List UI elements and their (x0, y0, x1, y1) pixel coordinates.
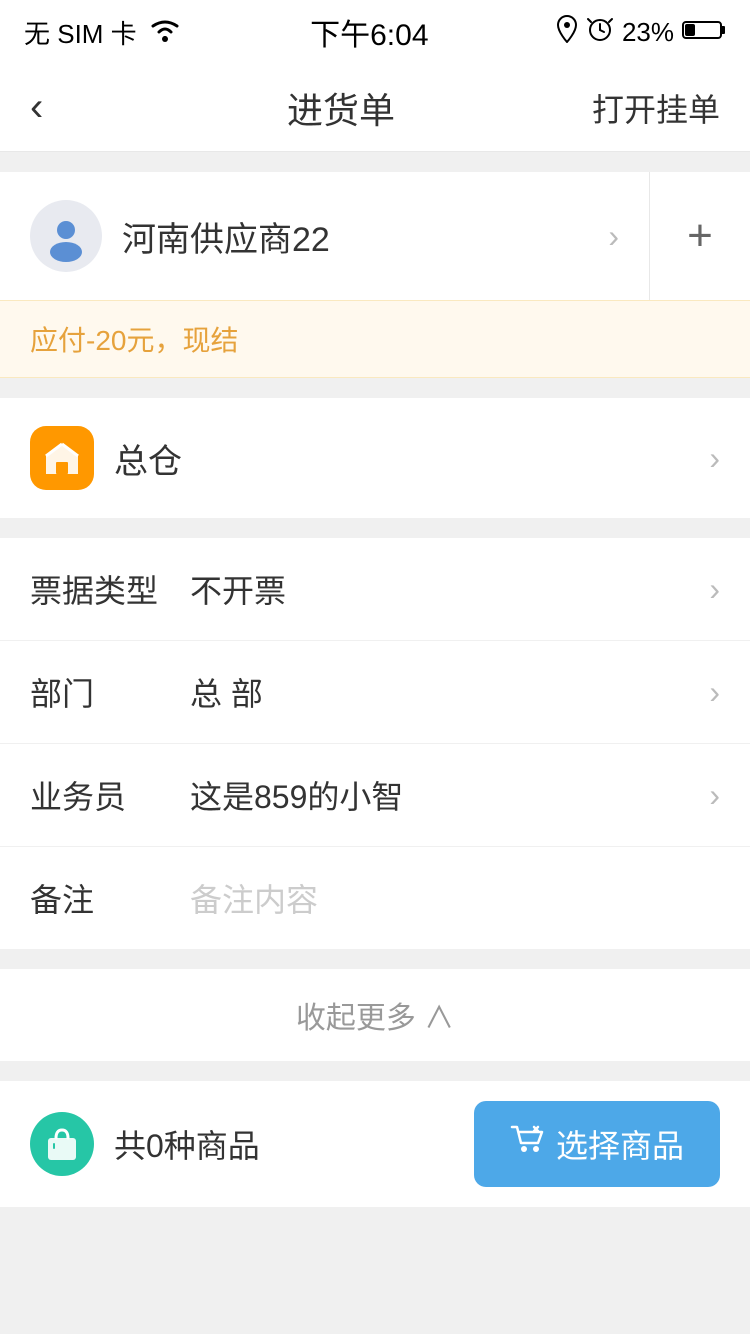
invoice-type-label: 票据类型 (30, 566, 170, 612)
add-supplier-button[interactable]: + (650, 211, 750, 261)
notice-bar: 应付-20元，现结 (0, 300, 750, 378)
salesperson-chevron-icon: › (709, 777, 720, 814)
product-icon (30, 1112, 94, 1176)
product-count-text: 共0种商品 (114, 1121, 454, 1167)
department-label: 部门 (30, 669, 170, 715)
salesperson-value: 这是859的小智 (170, 772, 699, 818)
supplier-name: 河南供应商22 (122, 212, 598, 261)
supplier-chevron-icon: › (608, 218, 619, 255)
battery-icon (682, 17, 726, 48)
select-product-label: 选择商品 (556, 1121, 684, 1167)
carrier-text: 无 SIM 卡 (24, 14, 137, 51)
status-time: 下午6:04 (310, 10, 428, 54)
warehouse-section[interactable]: 总仓 › (0, 398, 750, 518)
cart-icon (510, 1125, 544, 1163)
remark-input[interactable]: 备注内容 (170, 875, 720, 921)
department-value: 总 部 (170, 669, 699, 715)
bottom-bar: 共0种商品 选择商品 (0, 1081, 750, 1207)
back-button[interactable]: ‹ (30, 85, 90, 130)
select-product-button[interactable]: 选择商品 (474, 1101, 720, 1187)
notice-text: 应付-20元，现结 (30, 325, 238, 356)
invoice-type-chevron-icon: › (709, 571, 720, 608)
form-section: 票据类型 不开票 › 部门 总 部 › 业务员 这是859的小智 › 备注 备注… (0, 538, 750, 949)
salesperson-label: 业务员 (30, 772, 170, 818)
status-right: 23% (556, 15, 726, 50)
section-gap-1 (0, 152, 750, 172)
collapse-button[interactable]: 收起更多 ∧ (0, 969, 750, 1061)
location-icon (556, 15, 578, 50)
open-pending-button[interactable]: 打开挂单 (592, 85, 720, 131)
remark-row[interactable]: 备注 备注内容 (0, 847, 750, 949)
wifi-icon (147, 16, 183, 49)
page-title: 进货单 (287, 82, 395, 134)
warehouse-icon (30, 426, 94, 490)
supplier-select-row[interactable]: 河南供应商22 › (0, 172, 650, 300)
status-carrier: 无 SIM 卡 (24, 14, 183, 51)
salesperson-row[interactable]: 业务员 这是859的小智 › (0, 744, 750, 847)
supplier-section: 河南供应商22 › + (0, 172, 750, 300)
invoice-type-row[interactable]: 票据类型 不开票 › (0, 538, 750, 641)
warehouse-name: 总仓 (114, 434, 699, 483)
department-row[interactable]: 部门 总 部 › (0, 641, 750, 744)
status-bar: 无 SIM 卡 下午6:04 (0, 0, 750, 64)
department-chevron-icon: › (709, 674, 720, 711)
nav-bar: ‹ 进货单 打开挂单 (0, 64, 750, 152)
battery-percent: 23% (622, 17, 674, 48)
invoice-type-value: 不开票 (170, 566, 699, 612)
supplier-avatar (30, 200, 102, 272)
remark-label: 备注 (30, 875, 170, 921)
warehouse-chevron-icon: › (709, 440, 720, 477)
alarm-icon (586, 15, 614, 50)
